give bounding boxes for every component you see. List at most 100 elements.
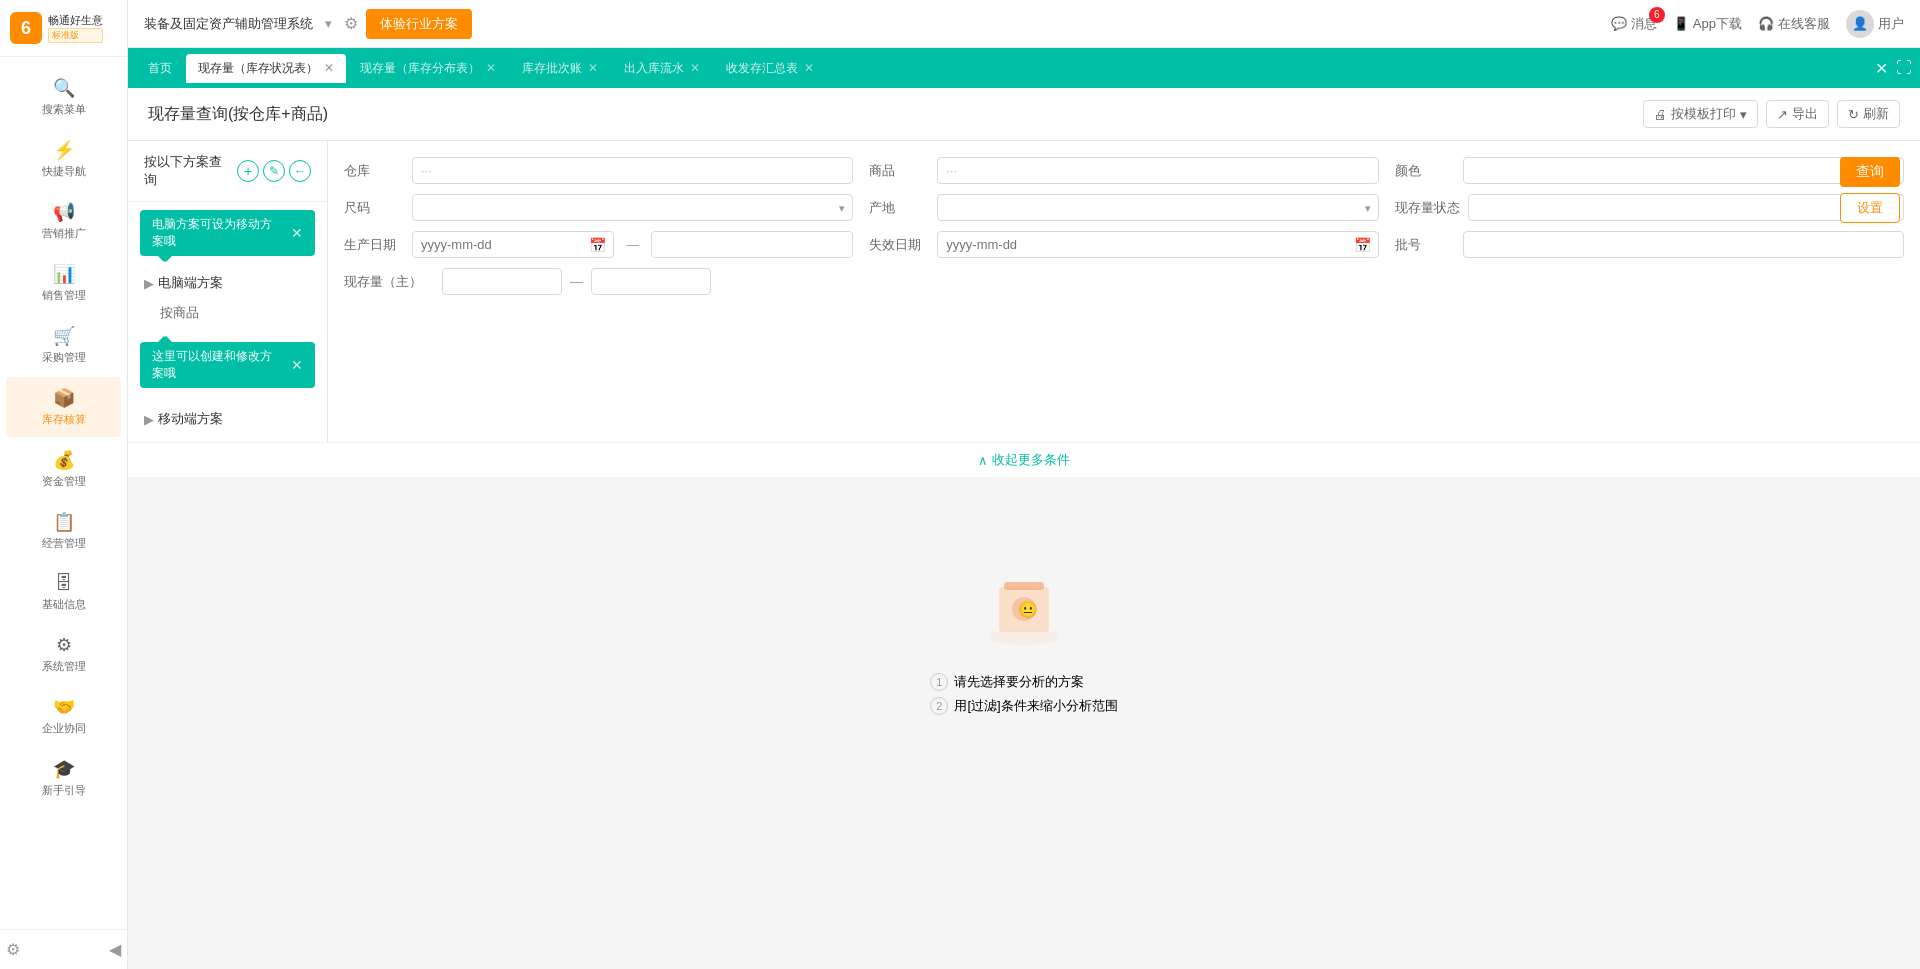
empty-state: 😐 1 请先选择要分析的方案 2 用[过滤]条件来缩小分析范围 xyxy=(128,477,1920,795)
filter-batch-label: 批号 xyxy=(1395,236,1455,254)
print-button[interactable]: 🖨 按模板打印 ▾ xyxy=(1643,100,1758,128)
sidebar-item-system[interactable]: ⚙ 系统管理 xyxy=(6,624,121,684)
sidebar-item-basic[interactable]: 🗄 基础信息 xyxy=(6,563,121,622)
filter-produce-date-wrap: 📅 xyxy=(412,231,614,258)
header-gear-icon[interactable]: ⚙ xyxy=(344,14,358,33)
refresh-icon: ↻ xyxy=(1848,107,1859,122)
collapse-sidebar-icon[interactable]: ◀ xyxy=(109,940,121,959)
notification-item[interactable]: 💬 消息 6 xyxy=(1611,15,1657,33)
tooltip-bubble-2: 这里可以创建和修改方案哦 ✕ xyxy=(140,342,315,388)
filter-batch-input[interactable] xyxy=(1463,231,1904,258)
plan-group-desktop[interactable]: ▶ 电脑端方案 xyxy=(128,268,327,298)
step-2-circle: 2 xyxy=(930,697,948,715)
collapse-label: 收起更多条件 xyxy=(992,451,1070,469)
tab-summary-close[interactable]: ✕ xyxy=(804,61,814,75)
collapse-bar[interactable]: ∧ 收起更多条件 xyxy=(128,442,1920,477)
filter-color-select[interactable] xyxy=(1463,157,1904,184)
filter-row-1: 仓库 ··· 商品 ··· 颜色 xyxy=(344,157,1904,184)
app-download-item[interactable]: 📱 App下载 xyxy=(1673,15,1742,33)
sidebar-item-inventory[interactable]: 📦 库存核算 xyxy=(6,377,121,437)
svg-text:😐: 😐 xyxy=(1018,600,1038,619)
filter-goods: 商品 ··· xyxy=(869,157,1378,184)
filter-produce-date-input[interactable] xyxy=(412,231,614,258)
filter-expire-date-input[interactable] xyxy=(937,231,1378,258)
empty-svg: 😐 xyxy=(974,557,1074,657)
add-plan-btn[interactable]: + xyxy=(237,160,259,182)
sidebar-item-sales[interactable]: 📊 销售管理 xyxy=(6,253,121,313)
filter-stock-status-select[interactable] xyxy=(1468,194,1904,221)
sidebar-item-marketing-label: 营销推广 xyxy=(42,226,86,241)
tooltip1-area: 电脑方案可设为移动方案哦 ✕ xyxy=(128,202,327,260)
sidebar-item-sales-label: 销售管理 xyxy=(42,288,86,303)
sidebar-item-finance[interactable]: 💰 资金管理 xyxy=(6,439,121,499)
tab-inventory-status[interactable]: 现存量（库存状况表） ✕ xyxy=(186,54,346,83)
collapse-up-icon: ∧ xyxy=(978,453,988,468)
settings-bottom-icon[interactable]: ⚙ xyxy=(6,940,20,959)
sidebar-item-enterprise[interactable]: 🤝 企业协同 xyxy=(6,686,121,746)
filter-stock-qty-to[interactable] xyxy=(591,268,711,295)
refresh-button[interactable]: ↻ 刷新 xyxy=(1837,100,1900,128)
tab-inventory-status-close[interactable]: ✕ xyxy=(324,61,334,75)
tab-inventory-status-label: 现存量（库存状况表） xyxy=(198,60,318,77)
top-header: 装备及固定资产辅助管理系统 ▾ ⚙ 体验行业方案 💬 消息 6 📱 App下载 … xyxy=(128,0,1920,48)
tooltip-bubble-1: 电脑方案可设为移动方案哦 ✕ xyxy=(140,210,315,256)
sidebar-item-search[interactable]: 🔍 搜索菜单 xyxy=(6,67,121,127)
sidebar-item-quicknav[interactable]: ⚡ 快捷导航 xyxy=(6,129,121,189)
filter-stock-qty-from[interactable] xyxy=(442,268,562,295)
sidebar-item-purchase[interactable]: 🛒 采购管理 xyxy=(6,315,121,375)
filter-warehouse-input[interactable]: ··· xyxy=(412,157,853,184)
main-area: 装备及固定资产辅助管理系统 ▾ ⚙ 体验行业方案 💬 消息 6 📱 App下载 … xyxy=(128,0,1920,969)
set-button[interactable]: 设置 xyxy=(1840,193,1900,223)
tab-summary[interactable]: 收发存汇总表 ✕ xyxy=(714,54,826,83)
solution-button[interactable]: 体验行业方案 xyxy=(366,9,472,39)
app-name: 畅通好生意 xyxy=(48,13,103,27)
sidebar-item-purchase-label: 采购管理 xyxy=(42,350,86,365)
user-avatar: 👤 xyxy=(1846,10,1874,38)
plan-sidebar: 按以下方案查询 + ✎ ← 电脑方案可设为移动方案哦 ✕ xyxy=(128,141,328,442)
tab-inventory-dist[interactable]: 现存量（库存分布表） ✕ xyxy=(348,54,508,83)
back-plan-btn[interactable]: ← xyxy=(289,160,311,182)
filter-origin-select[interactable] xyxy=(937,194,1378,221)
filter-size-select[interactable] xyxy=(412,194,853,221)
sidebar-item-guide[interactable]: 🎓 新手引导 xyxy=(6,748,121,808)
filter-row-4: 现存量（主） — xyxy=(344,268,1904,295)
basic-icon: 🗄 xyxy=(55,573,73,594)
tooltip2-close[interactable]: ✕ xyxy=(291,357,303,373)
tab-batch-ledger[interactable]: 库存批次账 ✕ xyxy=(510,54,610,83)
tab-inout-flow[interactable]: 出入库流水 ✕ xyxy=(612,54,712,83)
tab-inventory-dist-close[interactable]: ✕ xyxy=(486,61,496,75)
plan-group-mobile[interactable]: ▶ 移动端方案 xyxy=(128,404,327,434)
inventory-icon: 📦 xyxy=(53,387,75,409)
tab-expand-icon[interactable]: ⛶ xyxy=(1896,59,1912,77)
sidebar-item-operations-label: 经营管理 xyxy=(42,536,86,551)
sidebar-item-operations[interactable]: 📋 经营管理 xyxy=(6,501,121,561)
filter-produce-date-input2[interactable] xyxy=(651,231,853,258)
user-item[interactable]: 👤 用户 xyxy=(1846,10,1904,38)
export-icon: ↗ xyxy=(1777,107,1788,122)
tooltip1-close[interactable]: ✕ xyxy=(291,225,303,241)
filter-color-label: 颜色 xyxy=(1395,162,1455,180)
plan-item-bygoods[interactable]: 按商品 xyxy=(128,298,327,328)
edit-plan-btn[interactable]: ✎ xyxy=(263,160,285,182)
sidebar-item-marketing[interactable]: 📢 营销推广 xyxy=(6,191,121,251)
page-title: 现存量查询(按仓库+商品) xyxy=(148,104,328,125)
page-actions: 🖨 按模板打印 ▾ ↗ 导出 ↻ 刷新 xyxy=(1643,100,1900,128)
notification-badge: 6 xyxy=(1649,7,1665,23)
page-header: 现存量查询(按仓库+商品) 🖨 按模板打印 ▾ ↗ 导出 ↻ 刷新 xyxy=(128,88,1920,141)
empty-step-2-label: 用[过滤]条件来缩小分析范围 xyxy=(954,697,1117,715)
online-support-item[interactable]: 🎧 在线客服 xyxy=(1758,15,1830,33)
stock-qty-dash: — xyxy=(570,274,583,289)
tab-batch-ledger-close[interactable]: ✕ xyxy=(588,61,598,75)
empty-step-1: 1 请先选择要分析的方案 xyxy=(930,673,1117,691)
filter-goods-dots: ··· xyxy=(946,163,957,178)
tab-close-all-icon[interactable]: ✕ xyxy=(1875,59,1888,78)
filter-goods-input[interactable]: ··· xyxy=(937,157,1378,184)
tab-batch-ledger-label: 库存批次账 xyxy=(522,60,582,77)
purchase-icon: 🛒 xyxy=(53,325,75,347)
query-button[interactable]: 查询 xyxy=(1840,157,1900,187)
export-button[interactable]: ↗ 导出 xyxy=(1766,100,1829,128)
tab-inout-flow-close[interactable]: ✕ xyxy=(690,61,700,75)
print-arrow: ▾ xyxy=(1740,107,1747,122)
tab-home[interactable]: 首页 xyxy=(136,54,184,83)
filter-color: 颜色 xyxy=(1395,157,1904,184)
